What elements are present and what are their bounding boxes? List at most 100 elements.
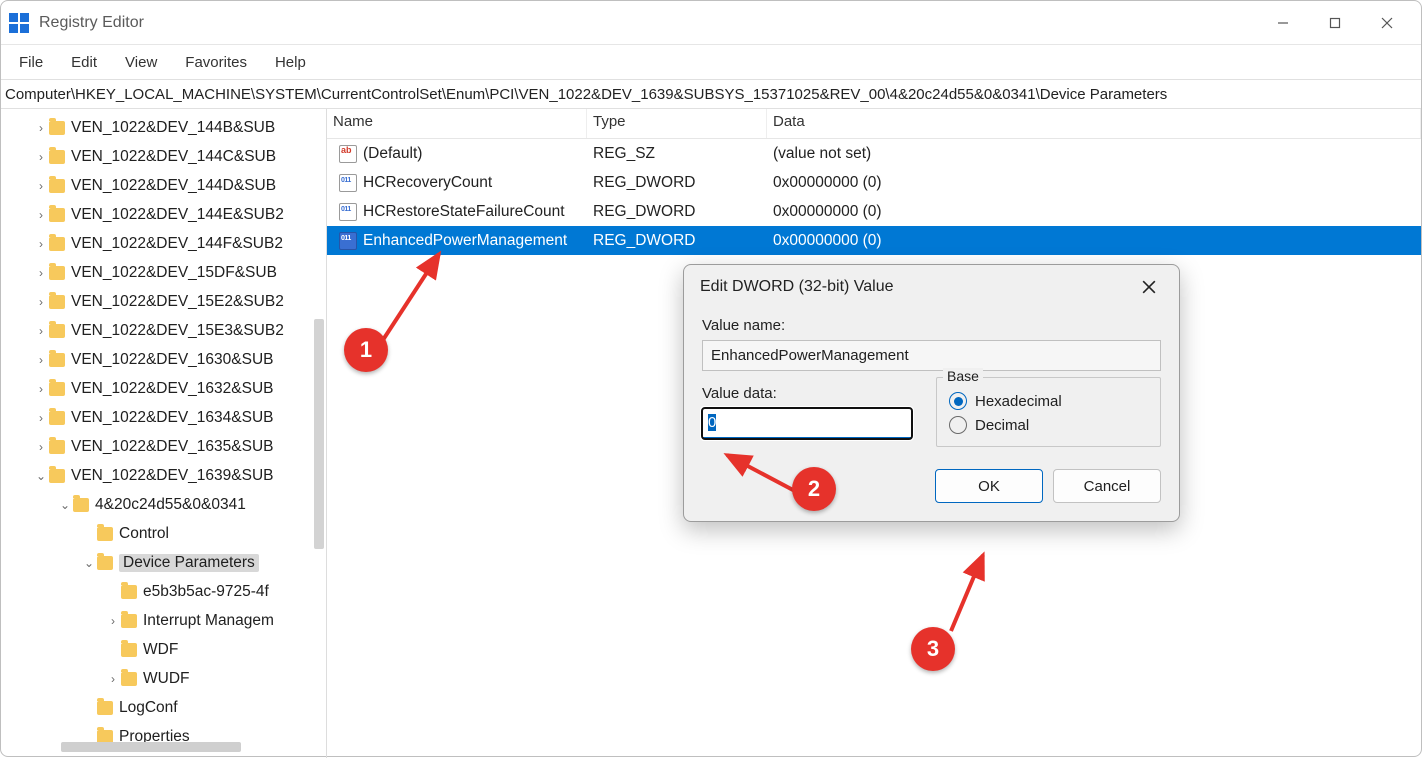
column-type[interactable]: Type	[587, 109, 767, 138]
column-data[interactable]: Data	[767, 109, 1421, 138]
chevron-right-icon[interactable]: ›	[105, 614, 121, 628]
tree-node[interactable]: › VEN_1022&DEV_144B&SUB	[1, 113, 326, 142]
chevron-right-icon[interactable]: ›	[33, 150, 49, 164]
minimize-button[interactable]	[1257, 7, 1309, 39]
tree-node[interactable]: ⌄VEN_1022&DEV_1639&SUB	[1, 461, 326, 490]
value-name: HCRestoreStateFailureCount	[363, 203, 565, 221]
tree-node[interactable]: › VEN_1022&DEV_144E&SUB2	[1, 200, 326, 229]
chevron-right-icon[interactable]: ›	[33, 237, 49, 251]
base-legend: Base	[943, 368, 983, 384]
tree-node-label: VEN_1022&DEV_15DF&SUB	[71, 264, 277, 282]
regedit-app-icon	[9, 13, 29, 33]
value-row[interactable]: EnhancedPowerManagementREG_DWORD0x000000…	[327, 226, 1421, 255]
tree-node-label: VEN_1022&DEV_144E&SUB2	[71, 206, 284, 224]
tree-node[interactable]: ›VEN_1022&DEV_144F&SUB2	[1, 229, 326, 258]
value-data: 0x00000000 (0)	[767, 203, 1421, 221]
chevron-right-icon[interactable]: ›	[33, 208, 49, 222]
tree-vertical-scrollbar[interactable]	[314, 319, 324, 549]
radio-hexadecimal[interactable]: Hexadecimal	[949, 392, 1148, 410]
value-name: HCRecoveryCount	[363, 174, 492, 192]
tree-node[interactable]: › VEN_1022&DEV_1632&SUB	[1, 374, 326, 403]
menu-file[interactable]: File	[9, 50, 53, 75]
chevron-right-icon[interactable]: ›	[33, 179, 49, 193]
chevron-down-icon[interactable]: ⌄	[57, 498, 73, 512]
annotation-badge-3: 3	[911, 627, 955, 671]
folder-icon	[49, 237, 65, 251]
column-name[interactable]: Name	[327, 109, 587, 138]
value-row[interactable]: HCRestoreStateFailureCount REG_DWORD0x000…	[327, 197, 1421, 226]
menubar: File Edit View Favorites Help	[1, 45, 1421, 79]
chevron-right-icon[interactable]: ›	[33, 440, 49, 454]
value-data-input[interactable]	[702, 408, 912, 439]
tree-node-label: e5b3b5ac-9725-4f	[143, 583, 269, 601]
tree-horizontal-scrollbar[interactable]	[61, 742, 241, 752]
value-row[interactable]: (Default)REG_SZ(value not set)	[327, 139, 1421, 168]
tree-node-label: Control	[119, 525, 169, 543]
tree-node[interactable]: › VEN_1022&DEV_15DF&SUB	[1, 258, 326, 287]
folder-icon	[121, 643, 137, 657]
tree-node[interactable]: WDF	[1, 635, 326, 664]
folder-icon	[49, 150, 65, 164]
value-row[interactable]: HCRecoveryCountREG_DWORD0x00000000 (0)	[327, 168, 1421, 197]
tree-node[interactable]: › VEN_1022&DEV_15E2&SUB2	[1, 287, 326, 316]
reg-dword-icon	[339, 232, 357, 250]
dialog-close-button[interactable]	[1135, 273, 1163, 301]
address-bar[interactable]: Computer\HKEY_LOCAL_MACHINE\SYSTEM\Curre…	[1, 79, 1421, 109]
tree-node-label: LogConf	[119, 699, 178, 717]
close-button[interactable]	[1361, 7, 1413, 39]
tree-node[interactable]: LogConf	[1, 693, 326, 722]
folder-icon	[49, 440, 65, 454]
tree-node[interactable]: ⌄4&20c24d55&0&0341	[1, 490, 326, 519]
tree-node-label: WUDF	[143, 670, 190, 688]
tree-node-label: VEN_1022&DEV_144C&SUB	[71, 148, 276, 166]
chevron-right-icon[interactable]: ›	[33, 382, 49, 396]
value-data: 0x00000000 (0)	[767, 232, 1421, 250]
tree-node[interactable]: › VEN_1022&DEV_1630&SUB	[1, 345, 326, 374]
tree-pane[interactable]: › VEN_1022&DEV_144B&SUB › VEN_1022&DEV_144C…	[1, 109, 327, 758]
chevron-right-icon[interactable]: ›	[33, 266, 49, 280]
menu-favorites[interactable]: Favorites	[175, 50, 257, 75]
value-name-label: Value name:	[702, 317, 1161, 334]
tree-node[interactable]: e5b3b5ac-9725-4f	[1, 577, 326, 606]
menu-edit[interactable]: Edit	[61, 50, 107, 75]
folder-icon	[121, 614, 137, 628]
menu-help[interactable]: Help	[265, 50, 316, 75]
tree-node[interactable]: ›VEN_1022&DEV_15E3&SUB2	[1, 316, 326, 345]
folder-icon	[97, 527, 113, 541]
radio-decimal[interactable]: Decimal	[949, 416, 1148, 434]
tree-node[interactable]: Control	[1, 519, 326, 548]
chevron-right-icon[interactable]: ›	[33, 324, 49, 338]
tree-node-label: VEN_1022&DEV_1634&SUB	[71, 409, 274, 427]
folder-icon	[49, 208, 65, 222]
annotation-arrow-3	[941, 549, 1001, 639]
chevron-down-icon[interactable]: ⌄	[33, 469, 49, 483]
tree-node-label: WDF	[143, 641, 178, 659]
tree-node[interactable]: › VEN_1022&DEV_1634&SUB	[1, 403, 326, 432]
tree-node[interactable]: › WUDF	[1, 664, 326, 693]
chevron-right-icon[interactable]: ›	[33, 295, 49, 309]
ok-button[interactable]: OK	[935, 469, 1043, 503]
chevron-down-icon[interactable]: ⌄	[81, 556, 97, 570]
annotation-badge-1: 1	[344, 328, 388, 372]
menu-view[interactable]: View	[115, 50, 167, 75]
tree-node-label: Device Parameters	[119, 554, 259, 572]
maximize-button[interactable]	[1309, 7, 1361, 39]
tree-node-label: VEN_1022&DEV_1630&SUB	[71, 351, 274, 369]
tree-node[interactable]: › VEN_1022&DEV_144C&SUB	[1, 142, 326, 171]
tree-node[interactable]: ›Interrupt Managem	[1, 606, 326, 635]
tree-node-label: VEN_1022&DEV_144B&SUB	[71, 119, 275, 137]
tree-node[interactable]: ⌄ Device Parameters	[1, 548, 326, 577]
chevron-right-icon[interactable]: ›	[33, 411, 49, 425]
chevron-right-icon[interactable]: ›	[105, 672, 121, 686]
tree-node[interactable]: ›VEN_1022&DEV_1635&SUB	[1, 432, 326, 461]
cancel-button[interactable]: Cancel	[1053, 469, 1161, 503]
dialog-titlebar: Edit DWORD (32-bit) Value	[684, 265, 1179, 309]
chevron-right-icon[interactable]: ›	[33, 353, 49, 367]
folder-icon	[121, 585, 137, 599]
tree-node-label: VEN_1022&DEV_15E2&SUB2	[71, 293, 284, 311]
annotation-badge-2: 2	[792, 467, 836, 511]
tree-node[interactable]: ›VEN_1022&DEV_144D&SUB	[1, 171, 326, 200]
tree-node-label: VEN_1022&DEV_1632&SUB	[71, 380, 274, 398]
value-type: REG_DWORD	[587, 203, 767, 221]
chevron-right-icon[interactable]: ›	[33, 121, 49, 135]
